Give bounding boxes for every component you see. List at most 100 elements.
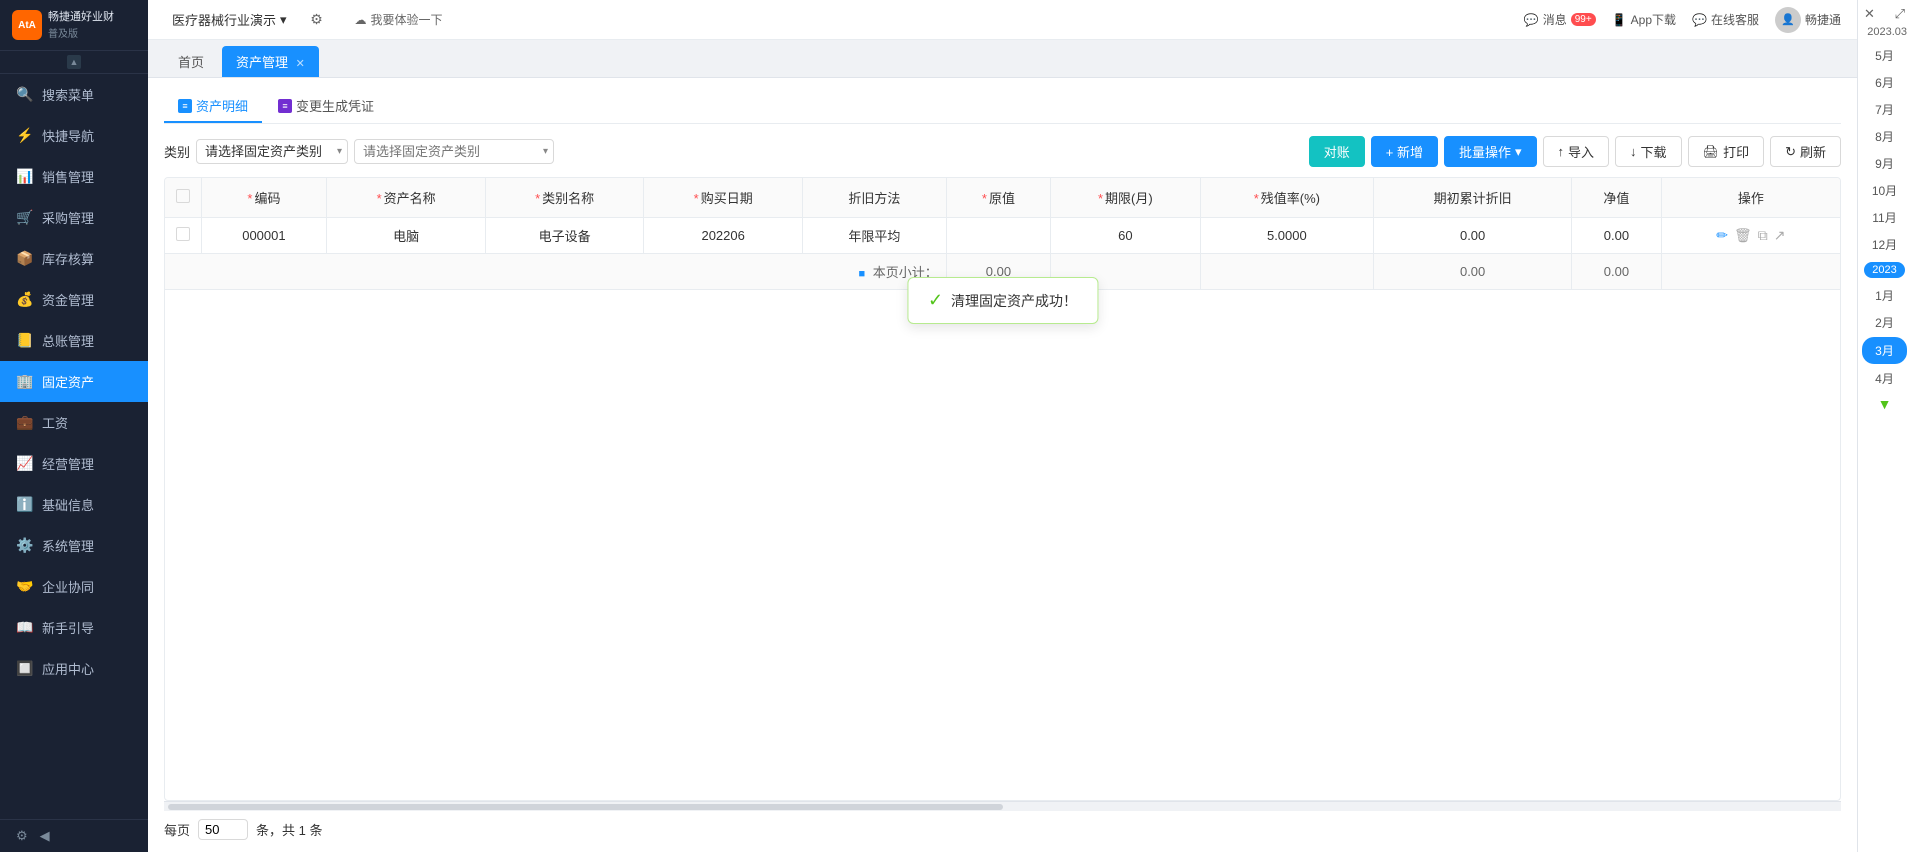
sidebar-item-salary[interactable]: 💼 工资 (0, 402, 148, 443)
toast-check-icon: ✓ (928, 290, 943, 311)
horizontal-scrollbar[interactable] (164, 801, 1841, 811)
rp-month-7[interactable]: 7月 (1858, 96, 1911, 123)
message-item[interactable]: 💬 消息 99+ (1524, 11, 1596, 28)
th-initial-depreciation: 期初累计折旧 (1374, 178, 1572, 218)
app-download-label: App下载 (1631, 11, 1676, 28)
sidebar-item-quick-nav[interactable]: ⚡ 快捷导航 (0, 115, 148, 156)
company-dropdown-icon: ▾ (280, 12, 287, 28)
refresh-button[interactable]: ↻ 刷新 (1770, 136, 1841, 167)
sidebar-item-label: 应用中心 (42, 659, 94, 678)
sub-tab-change-voucher[interactable]: ≡ 变更生成凭证 (264, 90, 388, 123)
quick-nav-icon: ⚡ (16, 127, 34, 144)
more-icon[interactable]: ↗ (1774, 227, 1786, 244)
sidebar-item-label: 快捷导航 (42, 126, 94, 145)
rp-month-11[interactable]: 11月 (1858, 204, 1911, 231)
sidebar-item-fixed-assets[interactable]: 🏢 固定资产 (0, 361, 148, 402)
category-filter-input[interactable] (354, 139, 554, 164)
filter-category-label: 类别 (164, 142, 190, 161)
logo-sub: 普及版 (48, 25, 114, 40)
tab-close-icon[interactable]: ✕ (296, 58, 305, 70)
success-toast: ✓ 清理固定资产成功！ (907, 277, 1098, 324)
new-button[interactable]: + 新增 (1371, 136, 1438, 167)
message-badge: 99+ (1571, 13, 1596, 26)
user-item[interactable]: 👤 畅捷通 (1775, 7, 1841, 33)
company-selector[interactable]: 医疗器械行业演示 ▾ (164, 6, 295, 33)
export-button[interactable]: ↑ 导入 (1543, 136, 1610, 167)
funds-icon: 💰 (16, 291, 34, 308)
sidebar-item-operations[interactable]: 📈 经营管理 (0, 443, 148, 484)
rp-month-10[interactable]: 10月 (1858, 177, 1911, 204)
th-period: *期限(月) (1051, 178, 1200, 218)
rp-expand-icon[interactable]: ⤢ (1895, 6, 1905, 22)
experience-button[interactable]: ☁ 我要体验一下 (347, 7, 451, 32)
online-service-label: 在线客服 (1711, 11, 1759, 28)
right-panel: ✕ ⤢ 2023.03 5月 6月 7月 8月 9月 10月 11月 12月 2… (1857, 0, 1911, 852)
rp-month-5[interactable]: 5月 (1858, 42, 1911, 69)
reconcile-button[interactable]: 对账 (1309, 136, 1365, 167)
copy-icon[interactable]: ⧉ (1758, 227, 1768, 244)
row-checkbox[interactable] (176, 227, 190, 241)
sidebar-item-guide[interactable]: 📖 新手引导 (0, 607, 148, 648)
tab-asset-mgmt[interactable]: 资产管理 ✕ (222, 46, 319, 77)
batch-dropdown-icon: ▾ (1515, 144, 1522, 160)
sidebar-item-ledger[interactable]: 📒 总账管理 (0, 320, 148, 361)
delete-icon[interactable]: 🗑 (1734, 227, 1752, 244)
logo-icon: AtA (12, 10, 42, 40)
online-service-item[interactable]: 💬 在线客服 (1692, 11, 1759, 28)
rp-month-8[interactable]: 8月 (1858, 123, 1911, 150)
sidebar-item-enterprise[interactable]: 🤝 企业协同 (0, 566, 148, 607)
per-page-label: 每页 (164, 820, 190, 839)
sidebar-item-inventory[interactable]: 📦 库存核算 (0, 238, 148, 279)
td-checkbox (165, 218, 201, 254)
td-depreciation-method: 年限平均 (802, 218, 946, 254)
sidebar-item-label: 经营管理 (42, 454, 94, 473)
top-header: 医疗器械行业演示 ▾ ⚙ ☁ 我要体验一下 💬 消息 99+ 📱 App下载 💬… (148, 0, 1857, 40)
filter-group: 类别 请选择固定资产类别 ▾ ▾ (164, 139, 554, 164)
edit-icon[interactable]: ✏ (1716, 227, 1728, 244)
download-button[interactable]: ↓ 下载 (1615, 136, 1682, 167)
rp-nav-down-icon[interactable]: ▼ (1878, 396, 1892, 412)
scrollbar-thumb[interactable] (168, 804, 1003, 810)
rp-month-1[interactable]: 1月 (1858, 282, 1911, 309)
filter-input-wrapper: ▾ (354, 139, 554, 164)
sidebar-item-purchase[interactable]: 🛒 采购管理 (0, 197, 148, 238)
sidebar-item-funds[interactable]: 💰 资金管理 (0, 279, 148, 320)
sidebar-scroll-up[interactable]: ▲ (67, 55, 81, 69)
filter-input-chevron-icon[interactable]: ▾ (543, 146, 548, 157)
batch-button[interactable]: 批量操作 ▾ (1444, 136, 1537, 167)
message-icon: 💬 (1524, 13, 1539, 27)
sidebar-item-system[interactable]: ⚙️ 系统管理 (0, 525, 148, 566)
app-download-item[interactable]: 📱 App下载 (1612, 11, 1676, 28)
rp-year: 2023.03 (1867, 26, 1911, 38)
category-select[interactable]: 请选择固定资产类别 (196, 139, 348, 164)
sidebar-item-app-center[interactable]: 🔲 应用中心 (0, 648, 148, 689)
sidebar-item-search[interactable]: 🔍 搜索菜单 (0, 74, 148, 115)
sidebar-item-basic-info[interactable]: ℹ️ 基础信息 (0, 484, 148, 525)
header-right: 💬 消息 99+ 📱 App下载 💬 在线客服 👤 畅捷通 (1524, 7, 1841, 33)
rp-month-6[interactable]: 6月 (1858, 69, 1911, 96)
pagination-total: 条，共 1 条 (256, 820, 322, 839)
app-download-icon: 📱 (1612, 13, 1627, 27)
refresh-icon: ↻ (1785, 144, 1796, 160)
header-gear-button[interactable]: ⚙ (303, 6, 331, 34)
rp-month-3[interactable]: 3月 (1862, 337, 1907, 364)
rp-month-9[interactable]: 9月 (1858, 150, 1911, 177)
sidebar-item-sales[interactable]: 📊 销售管理 (0, 156, 148, 197)
tab-home[interactable]: 首页 (164, 46, 218, 77)
rp-month-4[interactable]: 4月 (1858, 365, 1911, 392)
message-label: 消息 (1543, 11, 1567, 28)
per-page-select[interactable]: 50 10 20 100 (198, 819, 248, 840)
th-residual-rate: *残值率(%) (1200, 178, 1374, 218)
asset-table: *编码 *资产名称 *类别名称 *购买日期 折旧方法 *原值 *期限(月) *残… (165, 178, 1840, 290)
export-icon: ↑ (1558, 144, 1565, 159)
enterprise-icon: 🤝 (16, 578, 34, 595)
collapse-icon[interactable]: ◀ (40, 828, 50, 844)
sub-tab-asset-detail[interactable]: ≡ 资产明细 (164, 90, 262, 123)
header-checkbox[interactable] (176, 189, 190, 203)
settings-icon[interactable]: ⚙ (16, 828, 28, 844)
rp-month-2[interactable]: 2月 (1858, 309, 1911, 336)
rp-close-icon[interactable]: ✕ (1864, 6, 1875, 22)
rp-month-12[interactable]: 12月 (1858, 231, 1911, 258)
subtotal-label: ■ 本页小计： (165, 254, 946, 290)
print-button[interactable]: 🖨 打印 (1688, 136, 1765, 167)
